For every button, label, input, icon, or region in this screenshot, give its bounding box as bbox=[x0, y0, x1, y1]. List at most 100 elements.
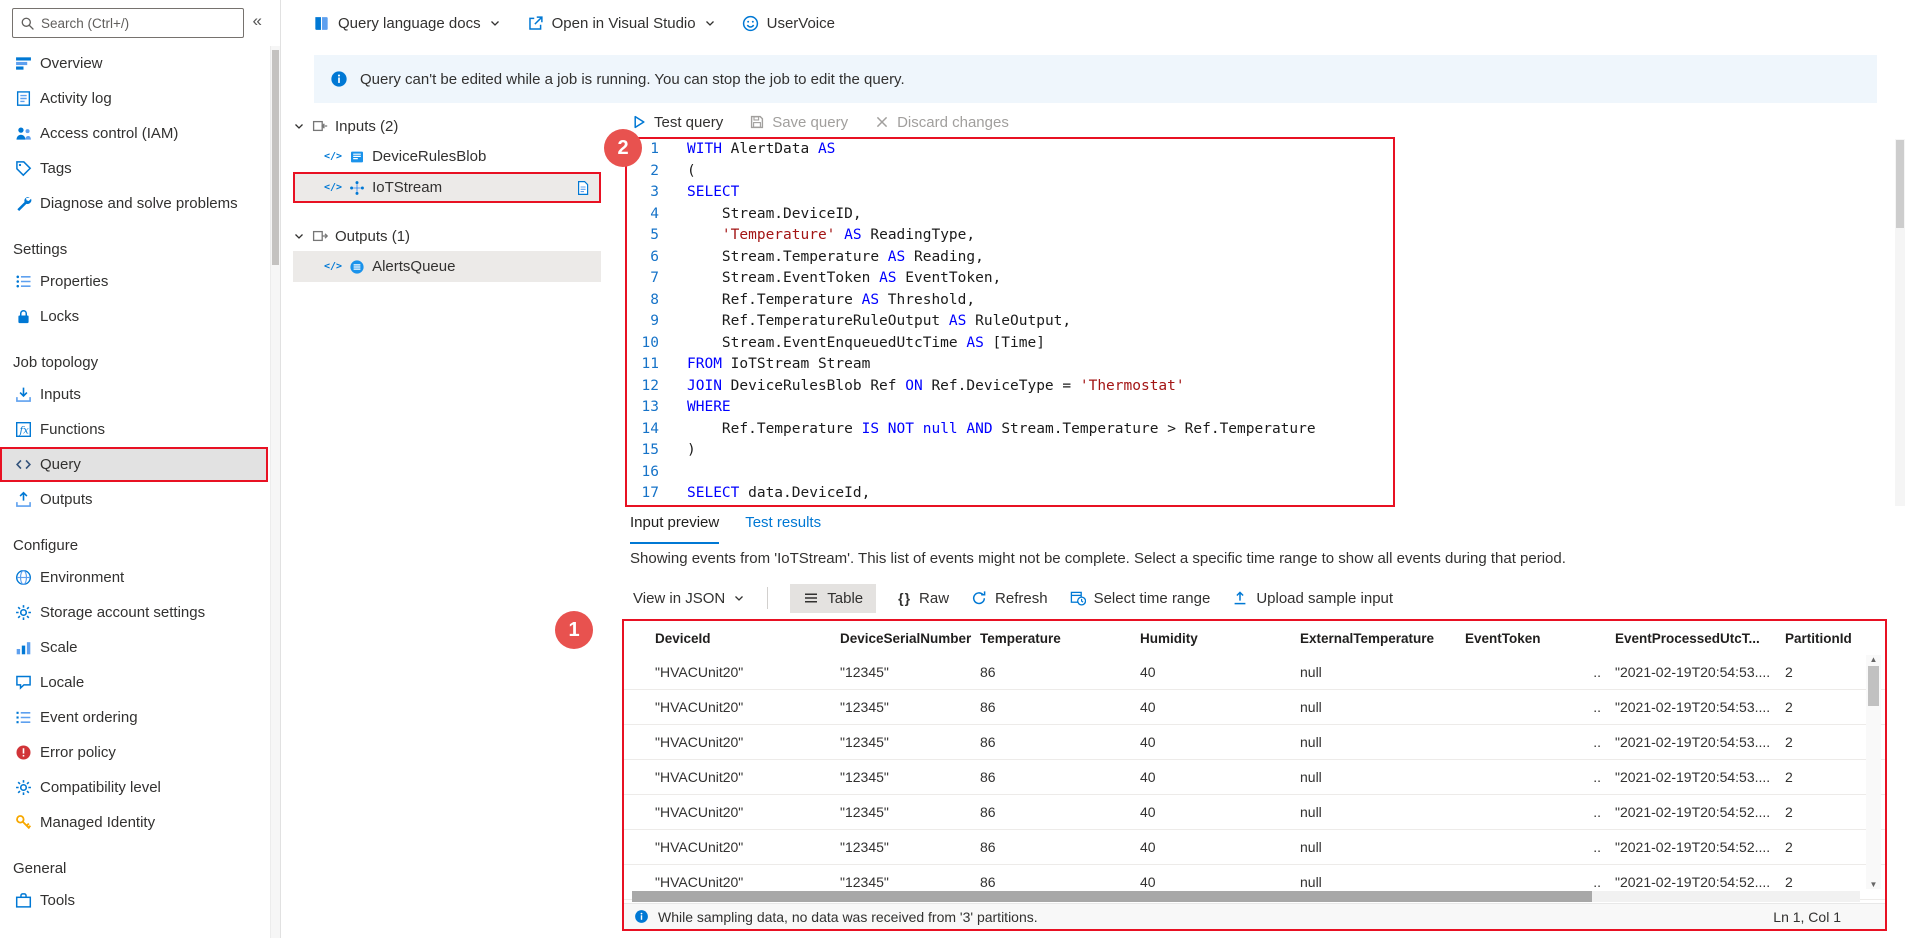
code-line[interactable]: 3SELECT bbox=[625, 182, 1911, 204]
inputs-group-header[interactable]: Inputs (2) bbox=[293, 111, 625, 141]
sidebar-scrollbar[interactable] bbox=[270, 46, 280, 938]
sidebar-item-storage-account-settings[interactable]: Storage account settings bbox=[0, 595, 268, 630]
code-line[interactable]: 11FROM IoTStream Stream bbox=[625, 354, 1911, 376]
raw-view-button[interactable]: {} Raw bbox=[898, 590, 949, 607]
code-line[interactable]: 8 Ref.Temperature AS Threshold, bbox=[625, 290, 1911, 312]
table-header: DeviceIdDeviceSerialNumberTemperatureHum… bbox=[624, 621, 1885, 655]
code-brackets-icon: </> bbox=[324, 261, 342, 272]
column-header-deviceserialnumber[interactable]: DeviceSerialNumber bbox=[840, 631, 980, 646]
query-editor[interactable]: 1WITH AlertData AS2(3SELECT4 Stream.Devi… bbox=[625, 139, 1911, 506]
open-in-visual-studio-button[interactable]: Open in Visual Studio bbox=[527, 15, 716, 32]
cell: "HVACUnit20" bbox=[655, 734, 840, 750]
sidebar-item-functions[interactable]: fxFunctions bbox=[0, 412, 268, 447]
query-toolbar: Test query Save query Discard changes bbox=[625, 105, 1911, 139]
sidebar-item-scale[interactable]: Scale bbox=[0, 630, 268, 665]
sidebar-item-inputs[interactable]: Inputs bbox=[0, 377, 268, 412]
editor-scrollbar-thumb[interactable] bbox=[1896, 140, 1904, 228]
uservoice-button[interactable]: UserVoice bbox=[742, 15, 835, 32]
sidebar-item-error-policy[interactable]: Error policy bbox=[0, 735, 268, 770]
table-row[interactable]: "HVACUnit20""12345"8640null.."2021-02-19… bbox=[624, 830, 1885, 865]
editor-scrollbar[interactable] bbox=[1895, 139, 1905, 506]
sidebar-item-tags[interactable]: Tags bbox=[0, 151, 268, 186]
code-line[interactable]: 6 Stream.Temperature AS Reading, bbox=[625, 247, 1911, 269]
table-view-button[interactable]: Table bbox=[790, 584, 876, 613]
select-time-range-label: Select time range bbox=[1094, 590, 1211, 607]
sidebar-item-locale[interactable]: Locale bbox=[0, 665, 268, 700]
sidebar-item-label: Functions bbox=[40, 421, 105, 438]
document-icon[interactable] bbox=[575, 180, 591, 196]
sidebar-collapse-button[interactable]: « bbox=[253, 11, 262, 31]
code-line[interactable]: 12JOIN DeviceRulesBlob Ref ON Ref.Device… bbox=[625, 376, 1911, 398]
select-time-range-button[interactable]: Select time range bbox=[1070, 590, 1211, 607]
code-line[interactable]: 9 Ref.TemperatureRuleOutput AS RuleOutpu… bbox=[625, 311, 1911, 333]
code-line[interactable]: 17SELECT data.DeviceId, bbox=[625, 483, 1911, 505]
code-line[interactable]: 4 Stream.DeviceID, bbox=[625, 204, 1911, 226]
sidebar-item-diagnose-and-solve-problems[interactable]: Diagnose and solve problems bbox=[0, 186, 268, 221]
save-query-button[interactable]: Save query bbox=[749, 114, 848, 131]
sidebar-item-query[interactable]: Query bbox=[0, 447, 268, 482]
code-line[interactable]: 14 Ref.Temperature IS NOT null AND Strea… bbox=[625, 419, 1911, 441]
table-vertical-scrollbar[interactable]: ▲ ▼ bbox=[1866, 655, 1881, 889]
query-language-docs-button[interactable]: Query language docs bbox=[313, 15, 501, 32]
table-horizontal-scrollbar[interactable] bbox=[632, 891, 1860, 902]
column-header-humidity[interactable]: Humidity bbox=[1140, 631, 1300, 646]
scroll-down-arrow[interactable]: ▼ bbox=[1870, 880, 1878, 889]
code-line[interactable]: 1WITH AlertData AS bbox=[625, 139, 1911, 161]
sidebar-item-properties[interactable]: Properties bbox=[0, 264, 268, 299]
query-icon bbox=[15, 456, 32, 473]
code-line[interactable]: 10 Stream.EventEnqueuedUtcTime AS [Time] bbox=[625, 333, 1911, 355]
sidebar-item-environment[interactable]: Environment bbox=[0, 560, 268, 595]
test-query-button[interactable]: Test query bbox=[631, 114, 723, 131]
column-header-eventprocessedutct[interactable]: EventProcessedUtcT... bbox=[1615, 631, 1785, 646]
code-line[interactable]: 7 Stream.EventToken AS EventToken, bbox=[625, 268, 1911, 290]
sidebar-scrollbar-thumb[interactable] bbox=[272, 50, 279, 265]
save-icon bbox=[749, 114, 765, 130]
scroll-up-arrow[interactable]: ▲ bbox=[1870, 655, 1878, 664]
column-header-externaltemperature[interactable]: ExternalTemperature bbox=[1300, 631, 1465, 646]
query-pane: Test query Save query Discard changes 1W… bbox=[625, 105, 1911, 506]
sidebar-item-locks[interactable]: Locks bbox=[0, 299, 268, 334]
code-line[interactable]: 15) bbox=[625, 440, 1911, 462]
sidebar-item-access-control-iam[interactable]: Access control (IAM) bbox=[0, 116, 268, 151]
tab-input-preview[interactable]: Input preview bbox=[630, 514, 719, 544]
column-header-eventtoken[interactable]: EventToken bbox=[1465, 631, 1615, 646]
table-row[interactable]: "HVACUnit20""12345"8640null.."2021-02-19… bbox=[624, 690, 1885, 725]
code-line[interactable]: 13WHERE bbox=[625, 397, 1911, 419]
table-row[interactable]: "HVACUnit20""12345"8640null.."2021-02-19… bbox=[624, 760, 1885, 795]
sidebar-item-label: Activity log bbox=[40, 90, 112, 107]
column-header-partitionid[interactable]: PartitionId bbox=[1785, 631, 1885, 646]
horizontal-scrollbar-thumb[interactable] bbox=[632, 891, 1592, 902]
upload-sample-input-button[interactable]: Upload sample input bbox=[1232, 590, 1393, 607]
search-input[interactable] bbox=[12, 8, 244, 38]
time-range-icon bbox=[1070, 590, 1086, 606]
inputs-group-label: Inputs (2) bbox=[335, 118, 398, 135]
column-header-temperature[interactable]: Temperature bbox=[980, 631, 1140, 646]
input-iotstream[interactable]: </> IoTStream bbox=[293, 172, 601, 203]
sidebar-section-general: General bbox=[0, 840, 280, 883]
tab-test-results[interactable]: Test results bbox=[745, 514, 821, 544]
sidebar-item-activity-log[interactable]: Activity log bbox=[0, 81, 268, 116]
open-in-visual-studio-label: Open in Visual Studio bbox=[552, 15, 696, 32]
refresh-button[interactable]: Refresh bbox=[971, 590, 1048, 607]
code-line[interactable]: 5 'Temperature' AS ReadingType, bbox=[625, 225, 1911, 247]
view-in-json-dropdown[interactable]: View in JSON bbox=[633, 590, 745, 607]
sidebar-item-overview[interactable]: Overview bbox=[0, 46, 268, 81]
input-devicerulesblob[interactable]: </> DeviceRulesBlob bbox=[293, 141, 601, 172]
code-line[interactable]: 16 bbox=[625, 462, 1911, 484]
discard-changes-button[interactable]: Discard changes bbox=[874, 114, 1009, 131]
output-alertsqueue[interactable]: </> AlertsQueue bbox=[293, 251, 601, 282]
table-row[interactable]: "HVACUnit20""12345"8640null.."2021-02-19… bbox=[624, 725, 1885, 760]
vertical-scrollbar-thumb[interactable] bbox=[1868, 666, 1879, 706]
sidebar-item-tools[interactable]: Tools bbox=[0, 883, 268, 918]
sidebar-item-compatibility-level[interactable]: Compatibility level bbox=[0, 770, 268, 805]
sidebar-item-outputs[interactable]: Outputs bbox=[0, 482, 268, 517]
outputs-group-header[interactable]: Outputs (1) bbox=[293, 221, 625, 251]
sidebar-item-managed-identity[interactable]: Managed Identity bbox=[0, 805, 268, 840]
table-row[interactable]: "HVACUnit20""12345"8640null.."2021-02-19… bbox=[624, 655, 1885, 690]
access-control-icon bbox=[15, 125, 32, 142]
table-row[interactable]: "HVACUnit20""12345"8640null.."2021-02-19… bbox=[624, 795, 1885, 830]
column-header-deviceid[interactable]: DeviceId bbox=[655, 631, 840, 646]
sidebar-item-event-ordering[interactable]: Event ordering bbox=[0, 700, 268, 735]
cell: null bbox=[1300, 874, 1465, 890]
code-line[interactable]: 2( bbox=[625, 161, 1911, 183]
